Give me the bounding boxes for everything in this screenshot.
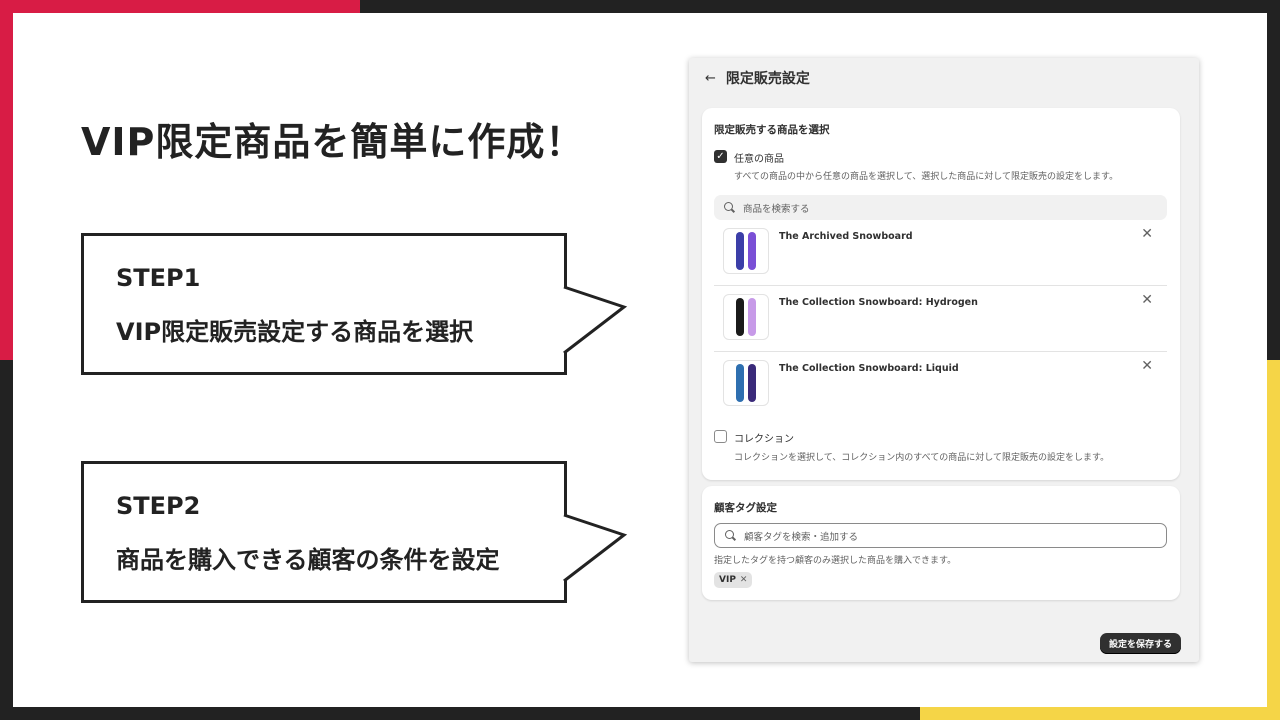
arrow-left-icon[interactable]: ←: [705, 71, 716, 86]
close-icon[interactable]: ✕: [1141, 292, 1153, 308]
snowboard-image: [736, 364, 744, 402]
snowboard-image: [736, 298, 744, 336]
customer-tag-card: 顧客タグ設定 顧客タグを検索・追加する 指定したタグを持つ顧客のみ選択した商品を…: [702, 486, 1180, 600]
collection-checkbox[interactable]: [714, 430, 727, 443]
product-search-input[interactable]: 商品を検索する: [714, 195, 1167, 220]
product-selection-card: 限定販売する商品を選択 ✓ 任意の商品 すべての商品の中から任意の商品を選択して…: [702, 108, 1180, 480]
limited-sale-settings-panel: ← 限定販売設定 限定販売する商品を選択 ✓ 任意の商品 すべての商品の中から任…: [689, 58, 1199, 662]
search-icon: [724, 202, 735, 213]
panel-header: ← 限定販売設定: [705, 68, 810, 88]
any-product-help: すべての商品の中から任意の商品を選択して、選択した商品に対して限定販売の設定をし…: [734, 172, 1119, 182]
close-icon[interactable]: ✕: [1141, 358, 1153, 374]
snowboard-image: [748, 364, 756, 402]
close-icon[interactable]: ✕: [1141, 226, 1153, 242]
product-search-placeholder: 商品を検索する: [743, 203, 810, 215]
product-thumbnail: [723, 294, 769, 340]
step1-callout-tail: [563, 285, 628, 355]
collection-help: コレクションを選択して、コレクション内のすべての商品に対して限定販売の設定をしま…: [734, 453, 1110, 463]
customer-tag-placeholder: 顧客タグを検索・追加する: [744, 531, 859, 543]
save-button[interactable]: 設定を保存する: [1099, 633, 1181, 654]
page-title: 限定販売設定: [725, 71, 810, 87]
product-selection-title: 限定販売する商品を選択: [714, 124, 830, 136]
snowboard-image: [736, 232, 744, 270]
step2-callout-tail: [563, 513, 628, 583]
snowboard-image: [748, 298, 756, 336]
snowboard-image: [748, 232, 756, 270]
product-name: The Collection Snowboard: Liquid: [779, 363, 959, 374]
headline: VIP限定商品を簡単に作成！: [81, 120, 585, 164]
step2-label: STEP2: [116, 492, 201, 520]
step1-label: STEP1: [116, 264, 201, 292]
product-row: The Collection Snowboard: Liquid ✕: [714, 352, 1167, 418]
product-row: The Archived Snowboard ✕: [714, 220, 1167, 286]
product-name: The Archived Snowboard: [779, 231, 913, 242]
any-product-label: 任意の商品: [734, 154, 784, 165]
any-product-checkbox[interactable]: ✓: [714, 150, 727, 163]
remove-tag-icon[interactable]: ✕: [740, 575, 748, 585]
collection-label: コレクション: [734, 434, 794, 445]
customer-tag-help: 指定したタグを持つ顧客のみ選択した商品を購入できます。: [714, 556, 957, 566]
step1-description: VIP限定販売設定する商品を選択: [116, 318, 474, 346]
product-name: The Collection Snowboard: Hydrogen: [779, 297, 978, 308]
tag-label: VIP: [719, 575, 736, 585]
product-thumbnail: [723, 228, 769, 274]
step2-description: 商品を購入できる顧客の条件を設定: [116, 546, 500, 574]
step1-callout: STEP1 VIP限定販売設定する商品を選択: [81, 233, 567, 375]
customer-tag-search-input[interactable]: 顧客タグを検索・追加する: [714, 523, 1167, 548]
search-icon: [725, 530, 736, 541]
slide-canvas: VIP限定商品を簡単に作成！ STEP1 VIP限定販売設定する商品を選択 ST…: [13, 13, 1267, 707]
customer-tag-title: 顧客タグ設定: [714, 502, 777, 514]
product-row: The Collection Snowboard: Hydrogen ✕: [714, 286, 1167, 352]
product-thumbnail: [723, 360, 769, 406]
tag-chip: VIP ✕: [714, 572, 753, 588]
step2-callout: STEP2 商品を購入できる顧客の条件を設定: [81, 461, 567, 603]
